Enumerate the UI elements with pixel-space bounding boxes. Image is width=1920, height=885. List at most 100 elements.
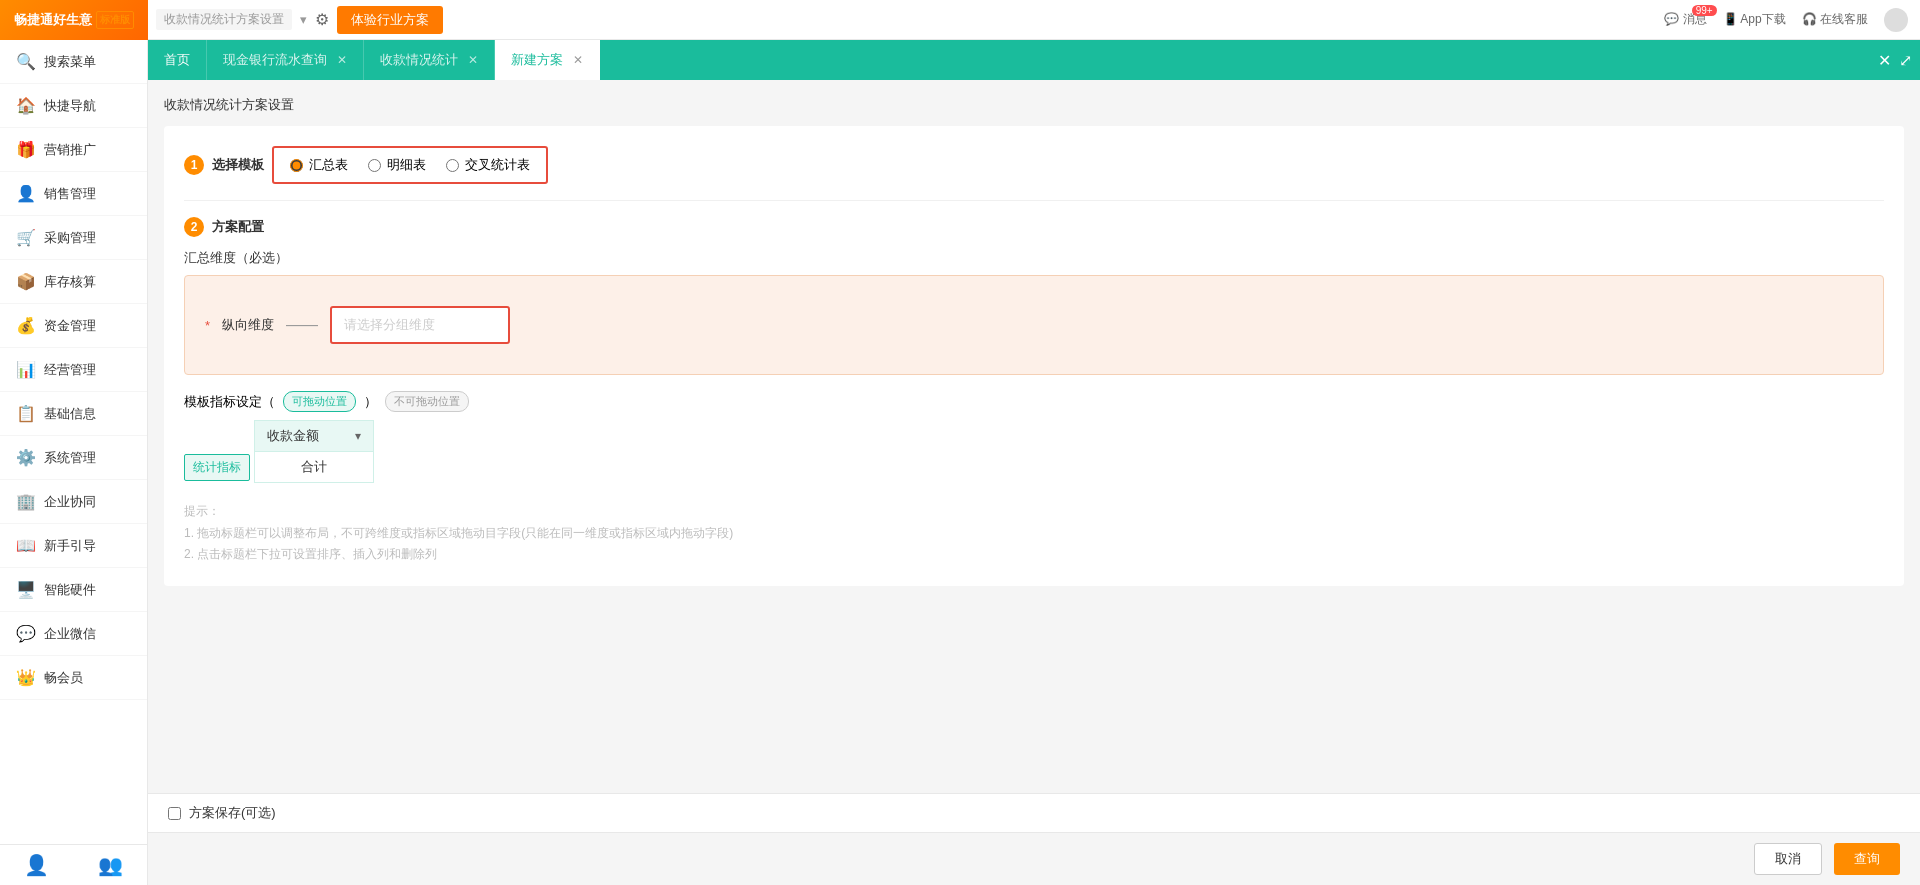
tab-bar: 首页 现金银行流水查询 ✕ 收款情况统计 ✕ 新建方案 ✕ ✕ ⤢ bbox=[148, 40, 1920, 80]
query-button[interactable]: 查询 bbox=[1834, 843, 1900, 875]
download-label: App下载 bbox=[1740, 12, 1785, 26]
dimension-area: * 纵向维度 —— 请选择分组维度 bbox=[184, 275, 1884, 375]
tab-home[interactable]: 首页 bbox=[148, 40, 207, 80]
sidebar-item-member[interactable]: 👑 畅会员 bbox=[0, 656, 147, 700]
indicator-section: 模板指标设定（ 可拖动位置 ） 不可拖动位置 统计指标 收款金额 ▾ bbox=[184, 391, 1884, 485]
tips-section: 提示： 1. 拖动标题栏可以调整布局，不可跨维度或指标区域拖动目字段(只能在同一… bbox=[184, 501, 1884, 566]
sidebar-label: 畅会员 bbox=[44, 669, 83, 687]
stat-table: 收款金额 ▾ 合计 bbox=[254, 420, 374, 483]
sidebar-label: 新手引导 bbox=[44, 537, 96, 555]
chart-icon: 📊 bbox=[16, 360, 36, 379]
tip-1: 1. 拖动标题栏可以调整布局，不可跨维度或指标区域拖动目字段(只能在同一维度或指… bbox=[184, 523, 1884, 545]
app-name: 畅捷通好生意 bbox=[14, 11, 92, 29]
stat-table-header: 收款金额 ▾ bbox=[255, 421, 373, 452]
dimension-placeholder: 请选择分组维度 bbox=[344, 316, 435, 334]
tab-new[interactable]: 新建方案 ✕ bbox=[495, 40, 600, 80]
non-draggable-badge: 不可拖动位置 bbox=[385, 391, 469, 412]
breadcrumb: 收款情况统计方案设置 bbox=[156, 9, 292, 30]
page-content: 收款情况统计方案设置 1 选择模板 汇总表 明细表 bbox=[148, 80, 1920, 793]
sidebar-item-enterprise[interactable]: 🏢 企业协同 bbox=[0, 480, 147, 524]
tab-new-close[interactable]: ✕ bbox=[573, 53, 583, 67]
list-icon: 📋 bbox=[16, 404, 36, 423]
tab-receipt[interactable]: 收款情况统计 ✕ bbox=[364, 40, 495, 80]
radio-cross[interactable]: 交叉统计表 bbox=[446, 156, 530, 174]
tab-bank[interactable]: 现金银行流水查询 ✕ bbox=[207, 40, 364, 80]
download-item[interactable]: 📱 App下载 bbox=[1723, 11, 1786, 28]
sidebar-item-system[interactable]: ⚙️ 系统管理 bbox=[0, 436, 147, 480]
app-logo: 畅捷通好生意 标准版 bbox=[0, 0, 148, 40]
cancel-button[interactable]: 取消 bbox=[1754, 843, 1822, 875]
step2-text: 方案配置 bbox=[212, 218, 264, 236]
tab-bar-right: ✕ ⤢ bbox=[1878, 51, 1920, 70]
support-label: 在线客服 bbox=[1820, 12, 1868, 26]
header-right: 💬 消息 99+ 📱 App下载 🎧 在线客服 bbox=[1664, 8, 1908, 32]
settings-icon[interactable]: ⚙ bbox=[315, 10, 329, 29]
stat-column-dropdown[interactable]: ▾ bbox=[355, 429, 361, 443]
sidebar-label: 搜索菜单 bbox=[44, 53, 96, 71]
radio-summary-input[interactable] bbox=[290, 159, 303, 172]
notification-badge: 99+ bbox=[1692, 5, 1717, 16]
version-label: 标准版 bbox=[96, 11, 134, 29]
sidebar-item-hardware[interactable]: 🖥️ 智能硬件 bbox=[0, 568, 147, 612]
chat-icon: 💬 bbox=[16, 624, 36, 643]
page-footer: 方案保存(可选) bbox=[148, 793, 1920, 832]
book-icon: 📖 bbox=[16, 536, 36, 555]
sidebar-item-purchase[interactable]: 🛒 采购管理 bbox=[0, 216, 147, 260]
sidebar-item-finance[interactable]: 💰 资金管理 bbox=[0, 304, 147, 348]
sidebar-item-basic[interactable]: 📋 基础信息 bbox=[0, 392, 147, 436]
bottom-action-bar: 取消 查询 bbox=[148, 832, 1920, 885]
trial-button[interactable]: 体验行业方案 bbox=[337, 6, 443, 34]
user-avatar[interactable] bbox=[1884, 8, 1908, 32]
save-scheme-label: 方案保存(可选) bbox=[189, 804, 276, 822]
step2-title: 2 方案配置 bbox=[184, 217, 1884, 237]
header-left: 畅捷通好生意 标准版 收款情况统计方案设置 ▾ ⚙ 体验行业方案 bbox=[12, 0, 1664, 40]
radio-detail-input[interactable] bbox=[368, 159, 381, 172]
sidebar-item-wechat[interactable]: 💬 企业微信 bbox=[0, 612, 147, 656]
tab-receipt-label: 收款情况统计 bbox=[380, 51, 458, 69]
sidebar-item-marketing[interactable]: 🎁 营销推广 bbox=[0, 128, 147, 172]
sidebar-label: 企业协同 bbox=[44, 493, 96, 511]
tab-receipt-close[interactable]: ✕ bbox=[468, 53, 478, 67]
radio-summary-label: 汇总表 bbox=[309, 156, 348, 174]
radio-cross-label: 交叉统计表 bbox=[465, 156, 530, 174]
sidebar-label: 快捷导航 bbox=[44, 97, 96, 115]
sidebar-item-newbie[interactable]: 📖 新手引导 bbox=[0, 524, 147, 568]
radio-summary[interactable]: 汇总表 bbox=[290, 156, 348, 174]
breadcrumb-dropdown[interactable]: ▾ bbox=[300, 12, 307, 27]
radio-detail[interactable]: 明细表 bbox=[368, 156, 426, 174]
sidebar-label: 采购管理 bbox=[44, 229, 96, 247]
step1-circle: 1 bbox=[184, 155, 204, 175]
page-title: 收款情况统计方案设置 bbox=[164, 96, 1904, 114]
tab-close-window[interactable]: ✕ bbox=[1878, 51, 1891, 70]
support-item[interactable]: 🎧 在线客服 bbox=[1802, 11, 1868, 28]
sidebar-item-inventory[interactable]: 📦 库存核算 bbox=[0, 260, 147, 304]
money-icon: 💰 bbox=[16, 316, 36, 335]
sidebar-item-business[interactable]: 📊 经营管理 bbox=[0, 348, 147, 392]
stat-table-cell: 合计 bbox=[255, 452, 373, 482]
search-icon: 🔍 bbox=[16, 52, 36, 71]
radio-cross-input[interactable] bbox=[446, 159, 459, 172]
main-card: 1 选择模板 汇总表 明细表 交叉统计表 bbox=[164, 126, 1904, 586]
sidebar-label: 库存核算 bbox=[44, 273, 96, 291]
content-area: 首页 现金银行流水查询 ✕ 收款情况统计 ✕ 新建方案 ✕ ✕ ⤢ 收款情况统计… bbox=[148, 40, 1920, 885]
user-icon-1[interactable]: 👤 bbox=[24, 853, 49, 877]
sidebar-label: 系统管理 bbox=[44, 449, 96, 467]
save-scheme-checkbox[interactable] bbox=[168, 807, 181, 820]
sidebar-label: 销售管理 bbox=[44, 185, 96, 203]
sidebar-item-sales[interactable]: 👤 销售管理 bbox=[0, 172, 147, 216]
tab-maximize[interactable]: ⤢ bbox=[1899, 51, 1912, 70]
notification-item[interactable]: 💬 消息 99+ bbox=[1664, 11, 1706, 28]
indicator-separator: ） bbox=[364, 393, 377, 411]
indicator-title-text: 模板指标设定（ bbox=[184, 393, 275, 411]
sidebar-label: 营销推广 bbox=[44, 141, 96, 159]
tab-bank-close[interactable]: ✕ bbox=[337, 53, 347, 67]
dimension-select[interactable]: 请选择分组维度 bbox=[330, 306, 510, 344]
user-icon-2[interactable]: 👥 bbox=[98, 853, 123, 877]
dimension-arrow: —— bbox=[286, 316, 318, 334]
sidebar-item-search[interactable]: 🔍 搜索菜单 bbox=[0, 40, 147, 84]
tip-2: 2. 点击标题栏下拉可设置排序、插入列和删除列 bbox=[184, 544, 1884, 566]
sidebar-item-nav[interactable]: 🏠 快捷导航 bbox=[0, 84, 147, 128]
home-icon: 🏠 bbox=[16, 96, 36, 115]
tab-bank-label: 现金银行流水查询 bbox=[223, 51, 327, 69]
dimension-title: 汇总维度（必选） bbox=[184, 249, 1884, 267]
